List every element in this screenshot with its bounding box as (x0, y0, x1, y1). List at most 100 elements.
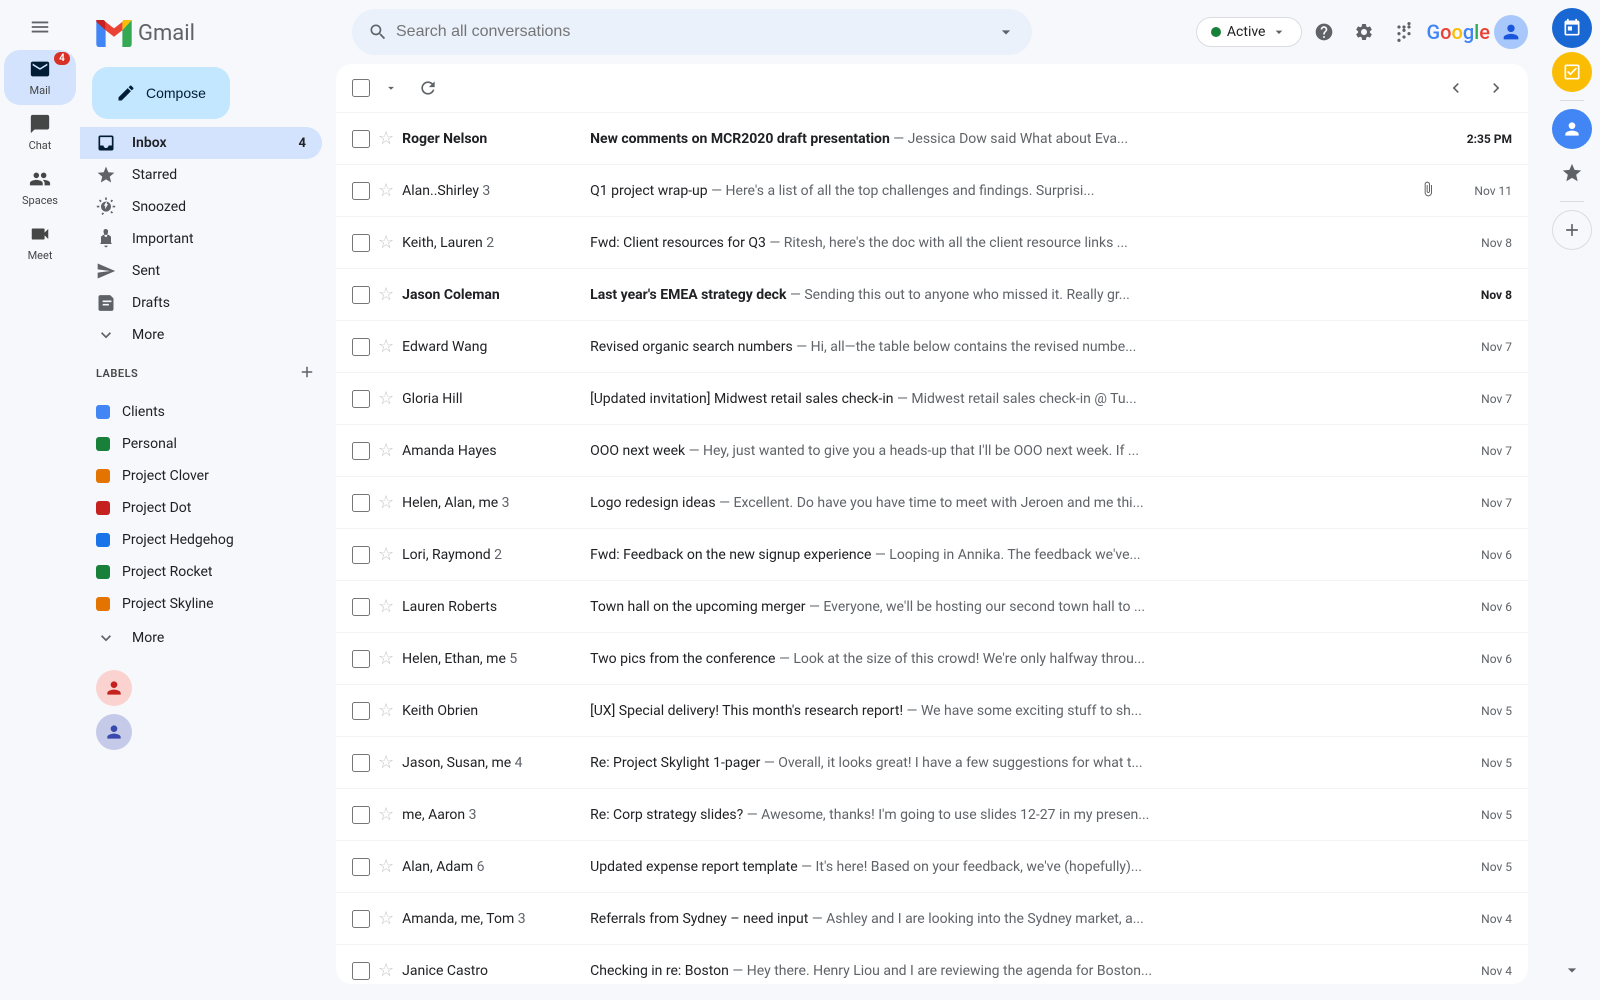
user-avatar[interactable] (1494, 15, 1528, 49)
nav-item-drafts[interactable]: Drafts (80, 287, 322, 319)
nav-item-more[interactable]: More (80, 319, 322, 351)
email-row[interactable]: ☆ Amanda Hayes OOO next week — Hey, just… (336, 425, 1528, 477)
star-button[interactable]: ☆ (378, 648, 394, 669)
label-item-project-skyline[interactable]: Project Skyline (80, 588, 322, 620)
star-button[interactable]: ☆ (378, 544, 394, 565)
add-right-button[interactable] (1552, 210, 1592, 250)
star-button[interactable]: ☆ (378, 336, 394, 357)
email-body: Revised organic search numbers — Hi, all… (590, 339, 1436, 355)
email-checkbox[interactable] (352, 390, 370, 408)
hamburger-button[interactable] (21, 8, 59, 46)
prev-page-button[interactable] (1440, 72, 1472, 104)
star-button[interactable]: ☆ (378, 804, 394, 825)
label-item-project-clover[interactable]: Project Clover (80, 460, 322, 492)
star-button[interactable]: ☆ (378, 232, 394, 253)
email-checkbox[interactable] (352, 494, 370, 512)
email-checkbox[interactable] (352, 234, 370, 252)
star-button[interactable]: ☆ (378, 388, 394, 409)
star-button[interactable]: ☆ (378, 596, 394, 617)
contacts-right-icon[interactable] (1552, 109, 1592, 149)
search-bar[interactable] (352, 9, 1032, 55)
email-row[interactable]: ☆ Amanda, me, Tom 3 Referrals from Sydne… (336, 893, 1528, 945)
email-body: [Updated invitation] Midwest retail sale… (590, 391, 1436, 407)
help-button[interactable] (1306, 14, 1342, 50)
email-row[interactable]: ☆ Janice Castro Checking in re: Boston —… (336, 945, 1528, 984)
star-button[interactable]: ☆ (378, 128, 394, 149)
select-all-checkbox[interactable] (352, 79, 370, 97)
next-page-button[interactable] (1480, 72, 1512, 104)
email-row[interactable]: ☆ Helen, Ethan, me 5 Two pics from the c… (336, 633, 1528, 685)
email-checkbox[interactable] (352, 858, 370, 876)
nav-item-important[interactable]: Important (80, 223, 322, 255)
email-row[interactable]: ☆ Jason, Susan, me 4 Re: Project Skyligh… (336, 737, 1528, 789)
email-row[interactable]: ☆ Roger Nelson New comments on MCR2020 d… (336, 113, 1528, 165)
star-button[interactable]: ☆ (378, 908, 394, 929)
email-checkbox[interactable] (352, 182, 370, 200)
star-button[interactable]: ☆ (378, 180, 394, 201)
account-avatar-2[interactable] (96, 714, 132, 750)
starred-side-icon[interactable] (1552, 153, 1592, 193)
star-button[interactable]: ☆ (378, 960, 394, 981)
email-checkbox[interactable] (352, 130, 370, 148)
sidebar-item-meet[interactable]: Meet (4, 215, 76, 270)
email-checkbox[interactable] (352, 702, 370, 720)
email-list-container: ☆ Roger Nelson New comments on MCR2020 d… (336, 64, 1528, 984)
email-checkbox[interactable] (352, 442, 370, 460)
label-item-clients[interactable]: Clients (80, 396, 322, 428)
email-checkbox[interactable] (352, 754, 370, 772)
email-checkbox[interactable] (352, 286, 370, 304)
label-item-project-hedgehog[interactable]: Project Hedgehog (80, 524, 322, 556)
email-row[interactable]: ☆ Lori, Raymond 2 Fwd: Feedback on the n… (336, 529, 1528, 581)
add-label-button[interactable] (294, 359, 320, 388)
email-checkbox[interactable] (352, 962, 370, 980)
nav-item-snoozed[interactable]: Snoozed (80, 191, 322, 223)
email-row[interactable]: ☆ Alan, Adam 6 Updated expense report te… (336, 841, 1528, 893)
email-checkbox[interactable] (352, 910, 370, 928)
tasks-right-icon[interactable] (1552, 52, 1592, 92)
apps-button[interactable] (1386, 14, 1422, 50)
label-item-personal[interactable]: Personal (80, 428, 322, 460)
star-button[interactable]: ☆ (378, 700, 394, 721)
email-row[interactable]: ☆ Gloria Hill [Updated invitation] Midwe… (336, 373, 1528, 425)
email-row[interactable]: ☆ Lauren Roberts Town hall on the upcomi… (336, 581, 1528, 633)
label-color-clients (96, 405, 110, 419)
label-item-project-rocket[interactable]: Project Rocket (80, 556, 322, 588)
email-checkbox[interactable] (352, 806, 370, 824)
active-status-button[interactable]: Active (1196, 17, 1303, 47)
email-checkbox[interactable] (352, 338, 370, 356)
star-button[interactable]: ☆ (378, 284, 394, 305)
right-panel-scroll-down[interactable] (1562, 960, 1582, 992)
email-checkbox[interactable] (352, 546, 370, 564)
calendar-right-icon[interactable] (1552, 8, 1592, 48)
star-button[interactable]: ☆ (378, 492, 394, 513)
compose-button[interactable]: Compose (92, 67, 230, 119)
search-input[interactable] (396, 23, 988, 41)
nav-item-inbox[interactable]: Inbox 4 (80, 127, 322, 159)
settings-button[interactable] (1346, 14, 1382, 50)
account-avatar-1[interactable] (96, 670, 132, 706)
email-row[interactable]: ☆ me, Aaron 3 Re: Corp strategy slides? … (336, 789, 1528, 841)
email-subject: New comments on MCR2020 draft presentati… (590, 131, 890, 147)
nav-item-starred[interactable]: Starred (80, 159, 322, 191)
star-button[interactable]: ☆ (378, 440, 394, 461)
sidebar-item-spaces[interactable]: Spaces (4, 160, 76, 215)
sidebar-item-chat[interactable]: Chat (4, 105, 76, 160)
star-button[interactable]: ☆ (378, 752, 394, 773)
select-all-dropdown[interactable] (378, 75, 404, 101)
email-checkbox[interactable] (352, 598, 370, 616)
refresh-button[interactable] (412, 72, 444, 104)
email-row[interactable]: ☆ Keith Obrien [UX] Special delivery! Th… (336, 685, 1528, 737)
label-item-project-dot[interactable]: Project Dot (80, 492, 322, 524)
sidebar-item-mail[interactable]: Mail 4 (4, 50, 76, 105)
email-row[interactable]: ☆ Helen, Alan, me 3 Logo redesign ideas … (336, 477, 1528, 529)
email-row[interactable]: ☆ Jason Coleman Last year's EMEA strateg… (336, 269, 1528, 321)
star-button[interactable]: ☆ (378, 856, 394, 877)
search-filter-icon[interactable] (996, 22, 1016, 42)
email-row[interactable]: ☆ Keith, Lauren 2 Fwd: Client resources … (336, 217, 1528, 269)
email-row[interactable]: ☆ Alan..Shirley 3 Q1 project wrap-up — H… (336, 165, 1528, 217)
email-checkbox[interactable] (352, 650, 370, 668)
nav-item-more-labels[interactable]: More (80, 622, 322, 654)
email-subject: Re: Corp strategy slides? (590, 807, 743, 823)
nav-item-sent[interactable]: Sent (80, 255, 322, 287)
email-row[interactable]: ☆ Edward Wang Revised organic search num… (336, 321, 1528, 373)
